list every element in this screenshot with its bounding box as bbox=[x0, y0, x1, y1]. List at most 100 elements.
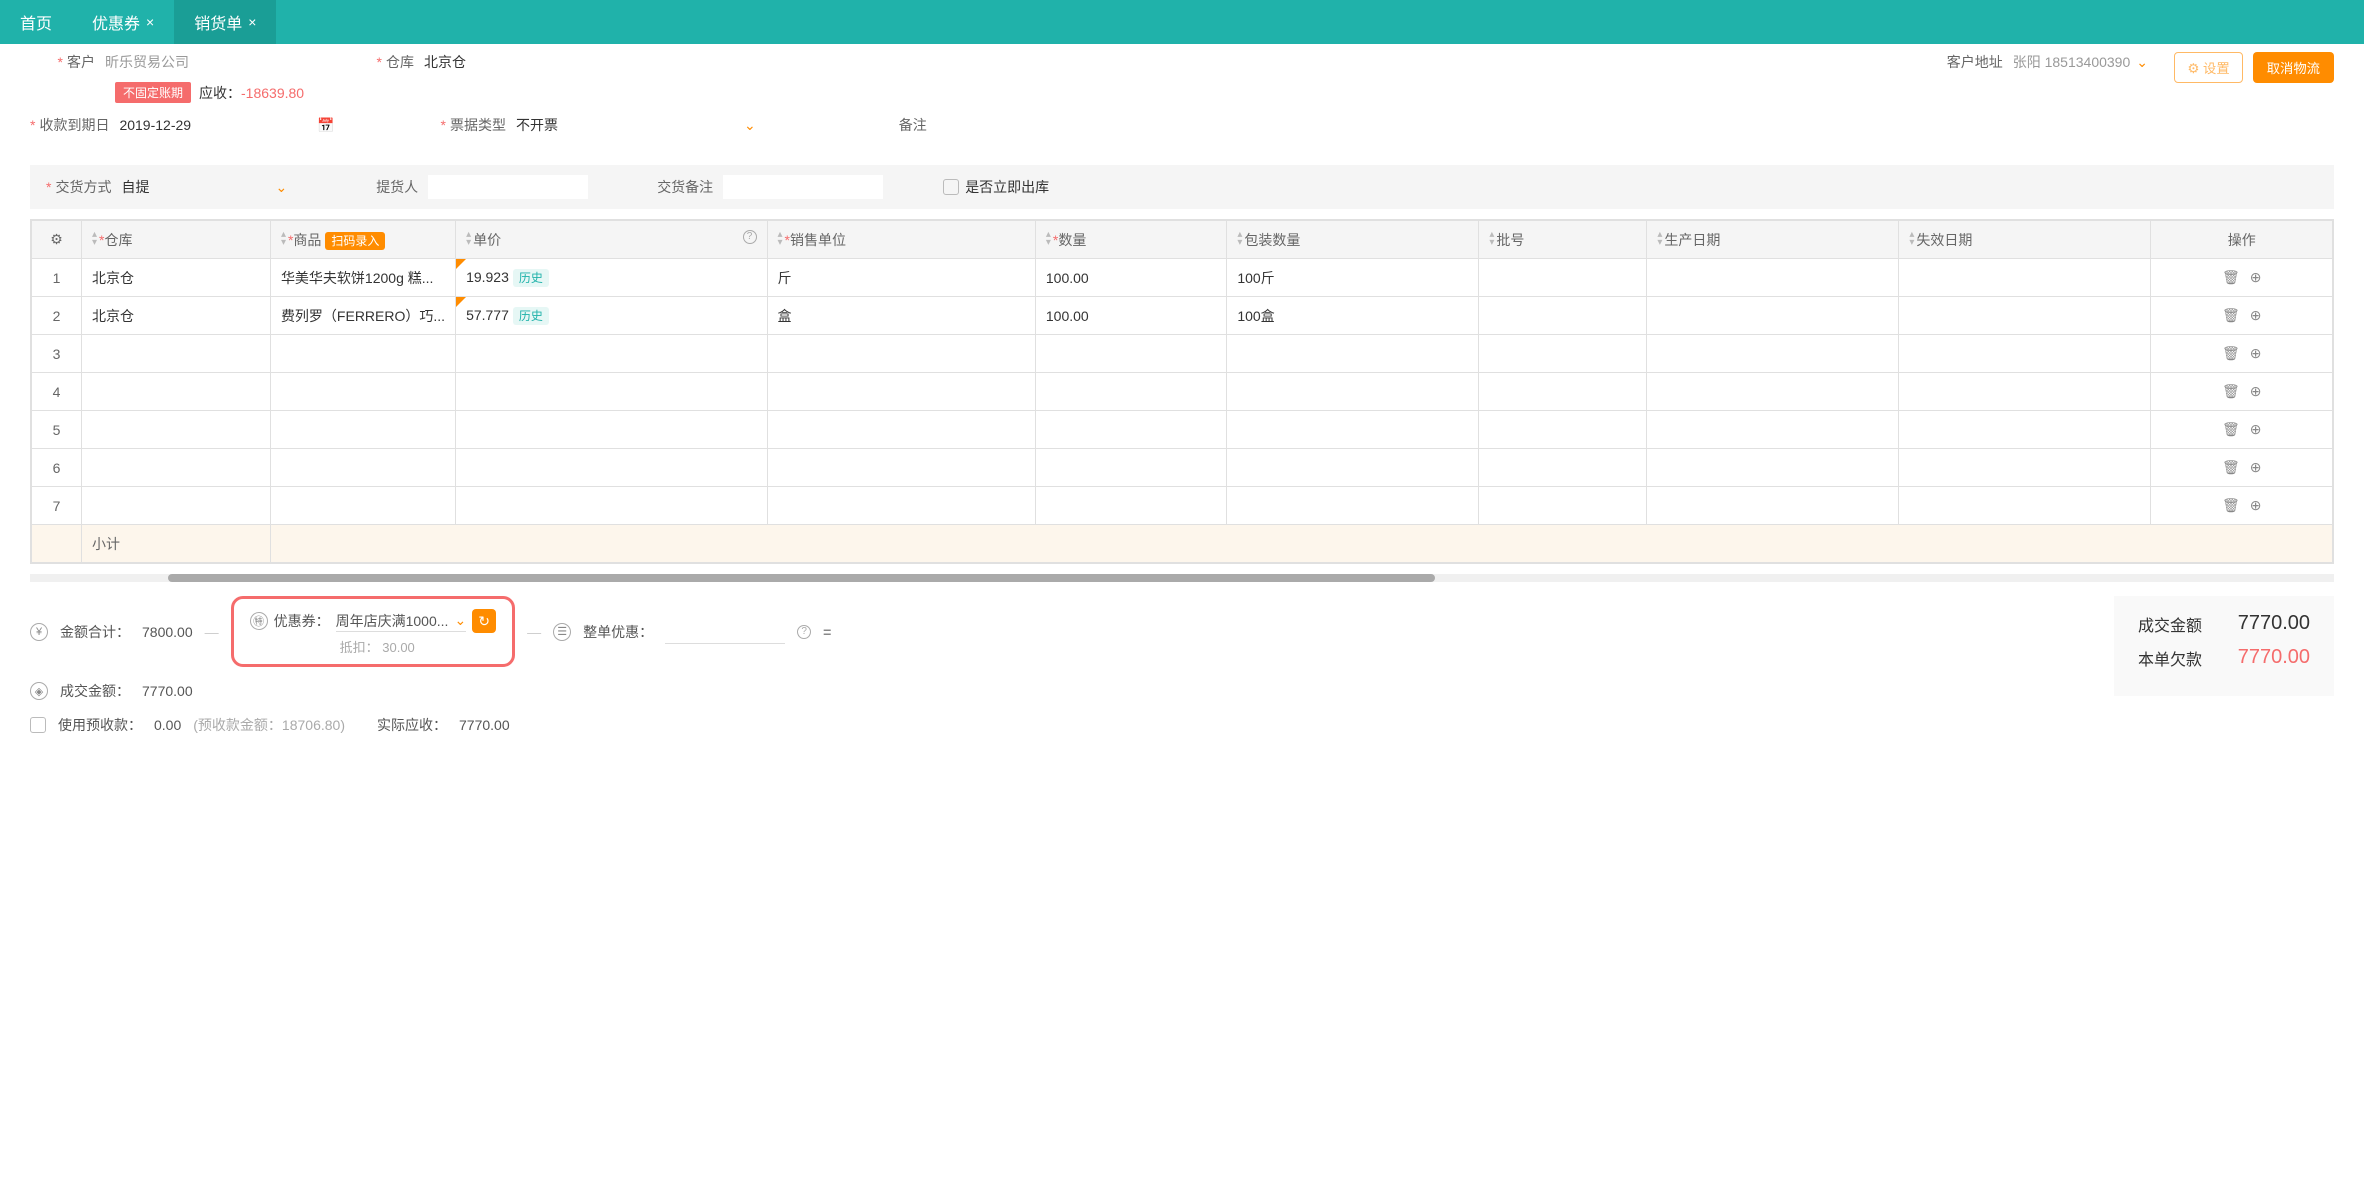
right-deal-label: 成交金额 bbox=[2138, 612, 2202, 636]
table-row[interactable]: 3 🗑⊕ bbox=[32, 335, 2333, 373]
picker-label: 提货人 bbox=[353, 177, 428, 197]
top-right-actions: ⚙ 设置 取消物流 bbox=[2174, 52, 2334, 83]
col-unit: 销售单位 bbox=[790, 232, 846, 248]
table-row[interactable]: 7 🗑⊕ bbox=[32, 487, 2333, 525]
horizontal-scrollbar[interactable] bbox=[30, 574, 2334, 582]
add-row-icon[interactable]: ⊕ bbox=[2250, 459, 2262, 476]
currency-icon: ¥ bbox=[30, 623, 48, 641]
deduct-label: 抵扣： bbox=[340, 640, 379, 655]
sort-icon[interactable]: ▴▾ bbox=[1489, 231, 1494, 247]
sort-icon[interactable]: ▴▾ bbox=[466, 231, 471, 247]
warehouse-value[interactable]: 北京仓 bbox=[424, 52, 466, 72]
table-row[interactable]: 4 🗑⊕ bbox=[32, 373, 2333, 411]
sort-icon[interactable]: ▴▾ bbox=[1237, 231, 1242, 247]
delete-icon[interactable]: 🗑 bbox=[2222, 421, 2240, 438]
delivery-remark-label: 交货备注 bbox=[648, 177, 723, 197]
tab-home[interactable]: 首页 bbox=[0, 0, 72, 44]
actual-receive-value: 7770.00 bbox=[459, 717, 510, 733]
deal-amount-label: 成交金额： bbox=[60, 681, 130, 701]
sort-icon[interactable]: ▴▾ bbox=[1657, 231, 1662, 247]
actual-receive-label: 实际应收： bbox=[377, 715, 447, 735]
coupon-highlight-box: ㊕ 优惠券： 周年店庆满1000... ⌄ ↻ 抵扣： 30.00 bbox=[231, 596, 516, 667]
col-warehouse: 仓库 bbox=[104, 232, 132, 248]
chevron-down-icon[interactable]: ⌄ bbox=[454, 612, 466, 629]
add-row-icon[interactable]: ⊕ bbox=[2250, 497, 2262, 514]
tab-coupon[interactable]: 优惠券× bbox=[72, 0, 174, 44]
remark-input[interactable] bbox=[937, 113, 1167, 137]
table-row[interactable]: 1 北京仓 华美华夫软饼1200g 糕... 19.923历史 斤 100.00… bbox=[32, 259, 2333, 297]
sort-icon[interactable]: ▴▾ bbox=[92, 231, 97, 247]
delete-icon[interactable]: 🗑 bbox=[2222, 497, 2240, 514]
picker-input[interactable] bbox=[428, 175, 588, 199]
delete-icon[interactable]: 🗑 bbox=[2222, 307, 2240, 324]
use-prepay-label: 使用预收款： bbox=[58, 715, 142, 735]
delivery-method-value[interactable]: 自提 bbox=[121, 177, 149, 197]
help-icon[interactable]: ? bbox=[797, 625, 811, 639]
right-deal-value: 7770.00 bbox=[2238, 612, 2310, 636]
remark-label: 备注 bbox=[862, 115, 937, 135]
col-product: 商品 bbox=[293, 232, 321, 248]
add-row-icon[interactable]: ⊕ bbox=[2250, 421, 2262, 438]
chevron-down-icon[interactable]: ⌄ bbox=[269, 179, 293, 196]
delete-icon[interactable]: 🗑 bbox=[2222, 345, 2240, 362]
scan-badge[interactable]: 扫码录入 bbox=[325, 232, 385, 250]
add-row-icon[interactable]: ⊕ bbox=[2250, 345, 2262, 362]
add-row-icon[interactable]: ⊕ bbox=[2250, 307, 2262, 324]
delivery-remark-input[interactable] bbox=[723, 175, 883, 199]
help-icon[interactable]: ? bbox=[743, 230, 757, 244]
delivery-section: 交货方式 自提 ⌄ 提货人 交货备注 是否立即出库 bbox=[30, 165, 2334, 209]
close-icon[interactable]: × bbox=[248, 14, 256, 30]
add-row-icon[interactable]: ⊕ bbox=[2250, 269, 2262, 286]
total-label: 金额合计： bbox=[60, 622, 130, 642]
sort-icon[interactable]: ▴▾ bbox=[281, 231, 286, 247]
order-discount-label: 整单优惠： bbox=[583, 622, 653, 642]
customer-label: 客户 bbox=[30, 52, 105, 72]
tab-bar: 首页 优惠券× 销货单× bbox=[0, 0, 2364, 44]
sort-icon[interactable]: ▴▾ bbox=[1909, 231, 1914, 247]
address-value[interactable]: 张阳 18513400390 bbox=[2013, 52, 2131, 72]
chevron-down-icon[interactable]: ⌄ bbox=[738, 117, 762, 134]
summary-section: ¥ 金额合计： 7800.00 — ㊕ 优惠券： 周年店庆满1000... ⌄ … bbox=[30, 596, 2334, 749]
delete-icon[interactable]: 🗑 bbox=[2222, 383, 2240, 400]
close-icon[interactable]: × bbox=[146, 14, 154, 30]
sort-icon[interactable]: ▴▾ bbox=[778, 231, 783, 247]
chevron-down-icon[interactable]: ⌄ bbox=[2130, 54, 2154, 71]
order-discount-input[interactable] bbox=[665, 620, 785, 644]
settings-button[interactable]: ⚙ 设置 bbox=[2174, 52, 2242, 83]
receivable-value: -18639.80 bbox=[241, 85, 304, 101]
immediate-label: 是否立即出库 bbox=[965, 177, 1049, 197]
calendar-icon[interactable]: 📅 bbox=[311, 117, 340, 134]
items-table: ⚙ ▴▾*仓库 ▴▾*商品扫码录入 ▴▾单价? ▴▾*销售单位 ▴▾*数量 ▴▾… bbox=[30, 219, 2334, 564]
table-row[interactable]: 2 北京仓 费列罗（FERRERO）巧... 57.777历史 盒 100.00… bbox=[32, 297, 2333, 335]
payment-date-label: 收款到期日 bbox=[30, 115, 119, 135]
col-batch: 批号 bbox=[1496, 232, 1524, 248]
right-owed-value: 7770.00 bbox=[2238, 646, 2310, 670]
subtotal-label: 小计 bbox=[82, 525, 271, 563]
non-fixed-period-badge: 不固定账期 bbox=[115, 82, 191, 103]
invoice-type-label: 票据类型 bbox=[441, 115, 516, 135]
deal-amount-value: 7770.00 bbox=[142, 683, 193, 699]
equals-icon: = bbox=[823, 624, 831, 640]
use-prepay-checkbox[interactable] bbox=[30, 717, 46, 733]
cancel-logistics-button[interactable]: 取消物流 bbox=[2253, 52, 2334, 83]
table-row[interactable]: 5 🗑⊕ bbox=[32, 411, 2333, 449]
delete-icon[interactable]: 🗑 bbox=[2222, 269, 2240, 286]
deal-icon: ◈ bbox=[30, 682, 48, 700]
col-quantity: 数量 bbox=[1058, 232, 1086, 248]
sort-icon[interactable]: ▴▾ bbox=[1046, 231, 1051, 247]
refresh-icon[interactable]: ↻ bbox=[472, 609, 496, 633]
delivery-method-label: 交货方式 bbox=[46, 177, 121, 197]
gear-icon[interactable]: ⚙ bbox=[50, 231, 63, 247]
payment-date-value[interactable]: 2019-12-29 bbox=[119, 117, 191, 133]
immediate-checkbox[interactable] bbox=[943, 179, 959, 195]
deduct-value: 30.00 bbox=[382, 640, 415, 655]
header-form: 客户 昕乐贸易公司 仓库 北京仓 客户地址 张阳 18513400390 ⌄ 不… bbox=[0, 44, 2364, 155]
invoice-type-value[interactable]: 不开票 bbox=[516, 115, 558, 135]
delete-icon[interactable]: 🗑 bbox=[2222, 459, 2240, 476]
coupon-select[interactable]: 周年店庆满1000... ⌄ bbox=[336, 611, 467, 632]
tab-sales-order[interactable]: 销货单× bbox=[174, 0, 276, 44]
table-row[interactable]: 6 🗑⊕ bbox=[32, 449, 2333, 487]
coupon-icon: ㊕ bbox=[250, 612, 268, 630]
add-row-icon[interactable]: ⊕ bbox=[2250, 383, 2262, 400]
customer-value[interactable]: 昕乐贸易公司 bbox=[105, 52, 189, 72]
